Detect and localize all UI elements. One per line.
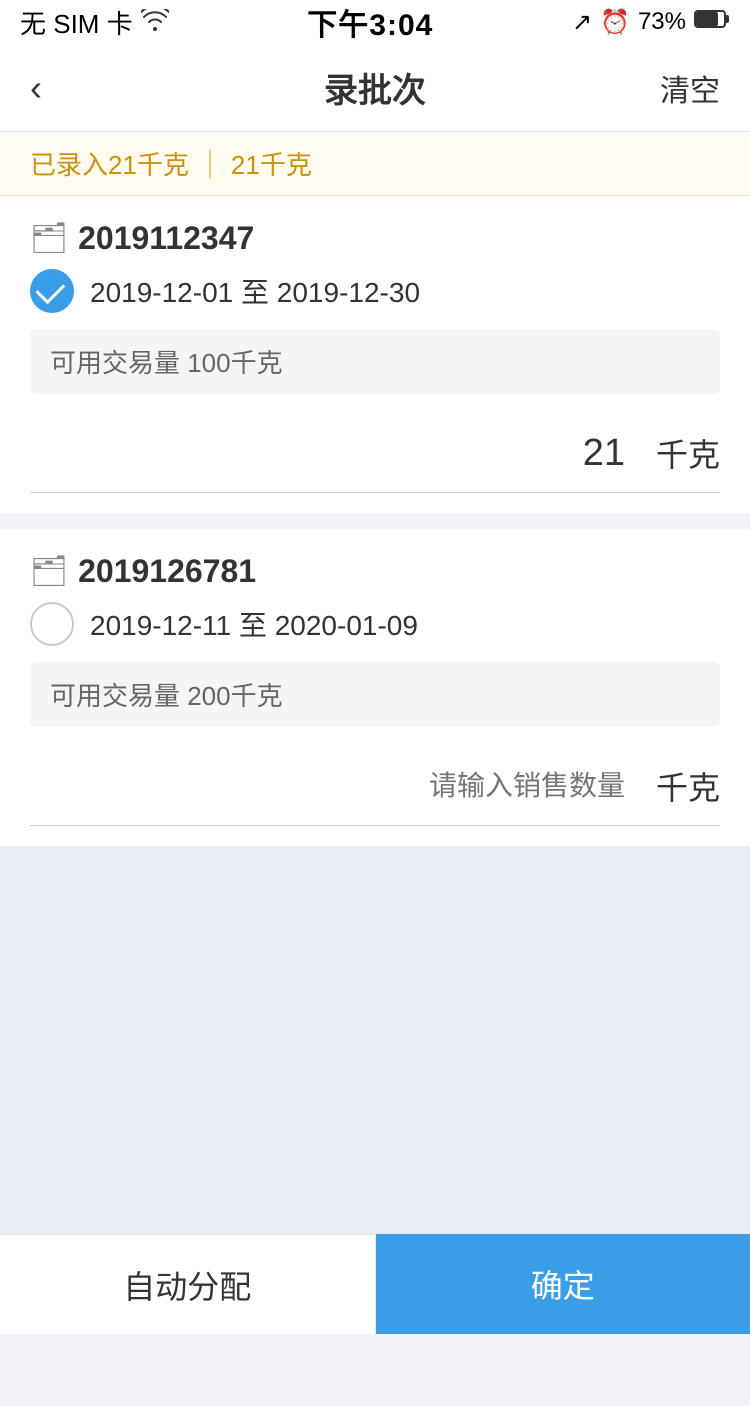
battery-icon — [694, 8, 730, 36]
back-button[interactable]: ‹ — [30, 67, 90, 109]
sim-label: 无 SIM 卡 — [20, 4, 133, 41]
quantity-input-1[interactable] — [520, 432, 640, 475]
batch-row-1: 2019-12-01 至 2019-12-30 — [30, 269, 720, 313]
batch-icon-2: 🗂 — [30, 554, 68, 589]
batch-id-1: 2019112347 — [78, 220, 254, 257]
batch-row-2: 2019-12-11 至 2020-01-09 — [30, 602, 720, 646]
quantity-unit-1: 千克 — [656, 430, 720, 476]
quantity-unit-2: 千克 — [656, 763, 720, 809]
batch-id-2: 2019126781 — [78, 553, 256, 590]
bottom-bar: 自动分配 确定 — [0, 1234, 750, 1334]
batch-date-2: 2019-12-11 至 2020-01-09 — [90, 604, 418, 644]
quantity-row-2: 千克 — [0, 747, 750, 825]
status-left: 无 SIM 卡 — [20, 4, 169, 41]
status-right: ↗ ⏰ 73% — [572, 8, 730, 37]
batch-icon-1: 🗂 — [30, 221, 68, 256]
battery-label: 73% — [638, 8, 686, 36]
batch-card-2: 🗂 2019126781 2019-12-11 至 2020-01-09 可用交… — [0, 529, 750, 846]
page-content: 🗂 2019112347 2019-12-01 至 2019-12-30 可用交… — [0, 196, 750, 1406]
card-separator — [0, 513, 750, 529]
wifi-icon — [141, 7, 169, 38]
alarm-icon: ⏰ — [600, 8, 630, 37]
status-time: 下午3:04 — [307, 0, 433, 44]
info-banner: 已录入21千克 21千克 — [0, 132, 750, 196]
quantity-row-1: 千克 — [0, 414, 750, 492]
nav-bar: ‹ 录批次 清空 — [0, 44, 750, 132]
card-bottom-pad-1 — [0, 493, 750, 513]
info-divider — [209, 150, 211, 178]
radio-2[interactable] — [30, 602, 74, 646]
radio-1[interactable] — [30, 269, 74, 313]
batch-availability-2: 可用交易量 200千克 — [30, 662, 720, 727]
quantity-input-2[interactable] — [380, 770, 640, 802]
confirm-button[interactable]: 确定 — [376, 1234, 750, 1334]
batch-header-2: 🗂 2019126781 — [30, 553, 720, 590]
clear-button[interactable]: 清空 — [660, 66, 720, 110]
location-icon: ↗ — [572, 8, 592, 37]
batch-item-1: 🗂 2019112347 2019-12-01 至 2019-12-30 可用交… — [0, 196, 750, 394]
page-title: 录批次 — [324, 63, 426, 112]
batch-item-2: 🗂 2019126781 2019-12-11 至 2020-01-09 可用交… — [0, 529, 750, 727]
auto-distribute-button[interactable]: 自动分配 — [0, 1234, 376, 1334]
status-bar: 无 SIM 卡 下午3:04 ↗ ⏰ 73% — [0, 0, 750, 44]
batch-card-1: 🗂 2019112347 2019-12-01 至 2019-12-30 可用交… — [0, 196, 750, 513]
batch-header-1: 🗂 2019112347 — [30, 220, 720, 257]
card-bottom-pad-2 — [0, 826, 750, 846]
batch-availability-1: 可用交易量 100千克 — [30, 329, 720, 394]
recorded-label: 已录入21千克 — [30, 145, 189, 182]
recorded-value: 21千克 — [231, 145, 312, 182]
batch-date-1: 2019-12-01 至 2019-12-30 — [90, 271, 420, 311]
